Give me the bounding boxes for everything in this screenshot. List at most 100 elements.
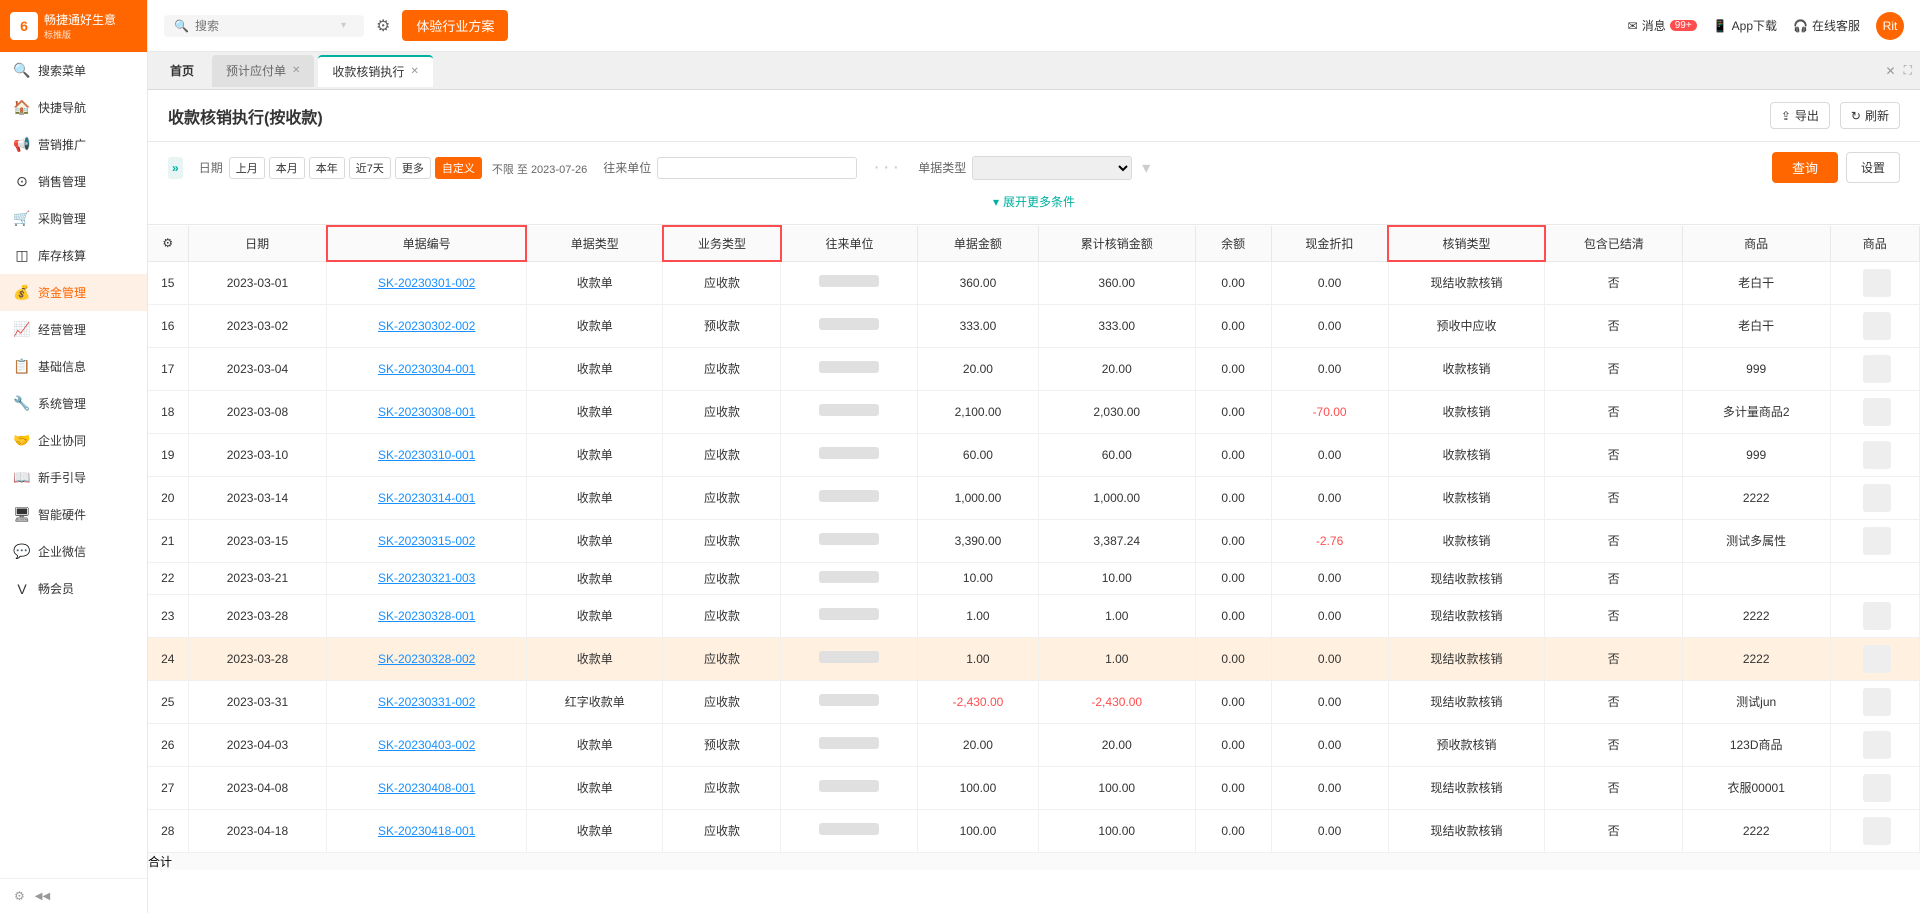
solution-button[interactable]: 体验行业方案 (402, 10, 508, 41)
gear-icon[interactable]: ⚙ (376, 16, 390, 36)
col-header-include-settled: 包含已结清 (1545, 226, 1682, 261)
date-btn-7days[interactable]: 近7天 (349, 157, 391, 179)
sidebar-item-basic[interactable]: 📋 基础信息 (0, 348, 147, 385)
sidebar-item-purchase[interactable]: 🛒 采购管理 (0, 200, 147, 237)
tab-expand-icon[interactable]: ⛶ (1904, 63, 1912, 78)
hardware-icon: 🖥 (14, 507, 30, 523)
cell-accumulated: 10.00 (1038, 562, 1195, 594)
query-button[interactable]: 查询 (1772, 152, 1838, 183)
refresh-button[interactable]: ↻ 刷新 (1840, 102, 1900, 129)
col-header-settings[interactable]: ⚙ (148, 226, 188, 261)
sidebar-item-inventory[interactable]: ◫ 库存核算 (0, 237, 147, 274)
service-button[interactable]: 🎧 在线客服 (1793, 17, 1860, 34)
search-input[interactable] (195, 19, 335, 33)
cell-date: 2023-03-10 (188, 433, 327, 476)
message-button[interactable]: ✉ 消息 99+ (1628, 17, 1697, 34)
tab-collection-close[interactable]: ✕ (410, 66, 418, 77)
cell-balance: 0.00 (1195, 304, 1271, 347)
date-btn-more[interactable]: 更多 (395, 157, 431, 179)
cell-bill-no[interactable]: SK-20230418-001 (327, 809, 527, 852)
sidebar-item-enterprise[interactable]: 🤝 企业协同 (0, 422, 147, 459)
total-discount (1271, 852, 1388, 870)
user-avatar[interactable]: Rit (1876, 12, 1904, 40)
sidebar-item-finance[interactable]: 💰 资金管理 (0, 274, 147, 311)
collapse-icon[interactable]: ◀◀ (35, 891, 50, 902)
date-btn-lastmonth[interactable]: 上月 (229, 157, 265, 179)
tab-prepay-close[interactable]: ✕ (292, 65, 300, 76)
dropdown-arrow[interactable]: ▾ (341, 20, 346, 31)
sidebar-item-system[interactable]: 🔧 系统管理 (0, 385, 147, 422)
sidebar-item-hardware[interactable]: 🖥 智能硬件 (0, 496, 147, 533)
cell-bill-no[interactable]: SK-20230310-001 (327, 433, 527, 476)
billtype-select[interactable] (972, 156, 1132, 180)
filter-partner-item: 往来单位 (603, 157, 857, 179)
tab-collection-label: 收款核销执行 (332, 63, 404, 80)
cell-product: 2222 (1682, 809, 1830, 852)
cell-accumulated: 20.00 (1038, 723, 1195, 766)
cell-include-settled: 否 (1545, 809, 1682, 852)
cell-bill-no[interactable]: SK-20230331-002 (327, 680, 527, 723)
cell-bill-no[interactable]: SK-20230408-001 (327, 766, 527, 809)
cell-accumulated: 3,387.24 (1038, 519, 1195, 562)
cell-accumulated: 333.00 (1038, 304, 1195, 347)
cell-include-settled: 否 (1545, 433, 1682, 476)
expand-more-button[interactable]: ▾ 展开更多条件 (993, 189, 1075, 214)
cell-bill-no[interactable]: SK-20230328-001 (327, 594, 527, 637)
cell-bill-no[interactable]: SK-20230301-002 (327, 261, 527, 304)
cell-bill-no[interactable]: SK-20230321-003 (327, 562, 527, 594)
sidebar-item-search[interactable]: 🔍 搜索菜单 (0, 52, 147, 89)
cell-biz-type: 应收款 (663, 594, 781, 637)
total-bill-amount (918, 852, 1039, 870)
filter-expand-toggle[interactable]: » (168, 157, 183, 179)
sidebar-label-enterprise: 企业协同 (38, 432, 86, 449)
cell-bill-no[interactable]: SK-20230403-002 (327, 723, 527, 766)
date-btn-thismonth[interactable]: 本月 (269, 157, 305, 179)
sidebar-label-hardware: 智能硬件 (38, 506, 86, 523)
total-cancel-type (1388, 852, 1545, 870)
cell-bill-type: 收款单 (526, 766, 663, 809)
cell-product2 (1830, 476, 1919, 519)
setting-button[interactable]: 设置 (1846, 152, 1900, 183)
cell-bill-no[interactable]: SK-20230302-002 (327, 304, 527, 347)
cell-no: 21 (148, 519, 188, 562)
tab-prepay[interactable]: 预计应付单 ✕ (212, 55, 314, 87)
page-header: 收款核销执行(按收款) ⇪ 导出 ↻ 刷新 (148, 90, 1920, 142)
cell-product: 老白干 (1682, 261, 1830, 304)
cell-bill-no[interactable]: SK-20230315-002 (327, 519, 527, 562)
tab-close-all-icon[interactable]: ✕ (1886, 64, 1896, 78)
cell-balance: 0.00 (1195, 809, 1271, 852)
search-box: 🔍 ▾ (164, 15, 364, 37)
cell-date: 2023-03-08 (188, 390, 327, 433)
topbar-search-area: 🔍 ▾ (164, 15, 364, 37)
date-btn-custom[interactable]: 自定义 (435, 157, 482, 179)
date-btn-thisyear[interactable]: 本年 (309, 157, 345, 179)
sidebar-item-member[interactable]: V 畅会员 (0, 570, 147, 607)
cell-discount: 0.00 (1271, 347, 1388, 390)
export-button[interactable]: ⇪ 导出 (1770, 102, 1830, 129)
col-settings-icon[interactable]: ⚙ (162, 236, 173, 250)
partner-input[interactable] (657, 157, 857, 179)
app-download-button[interactable]: 📱 App下载 (1713, 17, 1777, 34)
cell-partner (781, 723, 918, 766)
tab-home[interactable]: 首页 (156, 55, 208, 87)
sidebar-item-sales[interactable]: ⊙ 销售管理 (0, 163, 147, 200)
cell-bill-no[interactable]: SK-20230328-002 (327, 637, 527, 680)
settings-icon[interactable]: ⚙ (14, 889, 25, 903)
cell-discount: 0.00 (1271, 433, 1388, 476)
sidebar-item-shortcut[interactable]: 🏠 快捷导航 (0, 89, 147, 126)
tab-collection[interactable]: 收款核销执行 ✕ (318, 55, 432, 87)
cell-biz-type: 应收款 (663, 637, 781, 680)
sidebar-item-marketing[interactable]: 📢 营销推广 (0, 126, 147, 163)
cell-bill-no[interactable]: SK-20230308-001 (327, 390, 527, 433)
cell-bill-no[interactable]: SK-20230304-001 (327, 347, 527, 390)
cell-bill-no[interactable]: SK-20230314-001 (327, 476, 527, 519)
sidebar-label-marketing: 营销推广 (38, 136, 86, 153)
cell-include-settled: 否 (1545, 390, 1682, 433)
cell-no: 23 (148, 594, 188, 637)
sidebar-item-guide[interactable]: 📖 新手引导 (0, 459, 147, 496)
cell-date: 2023-04-18 (188, 809, 327, 852)
sidebar-label-search: 搜索菜单 (38, 62, 86, 79)
sidebar-item-wechat[interactable]: 💬 企业微信 (0, 533, 147, 570)
cell-no: 22 (148, 562, 188, 594)
sidebar-item-operation[interactable]: 📈 经营管理 (0, 311, 147, 348)
